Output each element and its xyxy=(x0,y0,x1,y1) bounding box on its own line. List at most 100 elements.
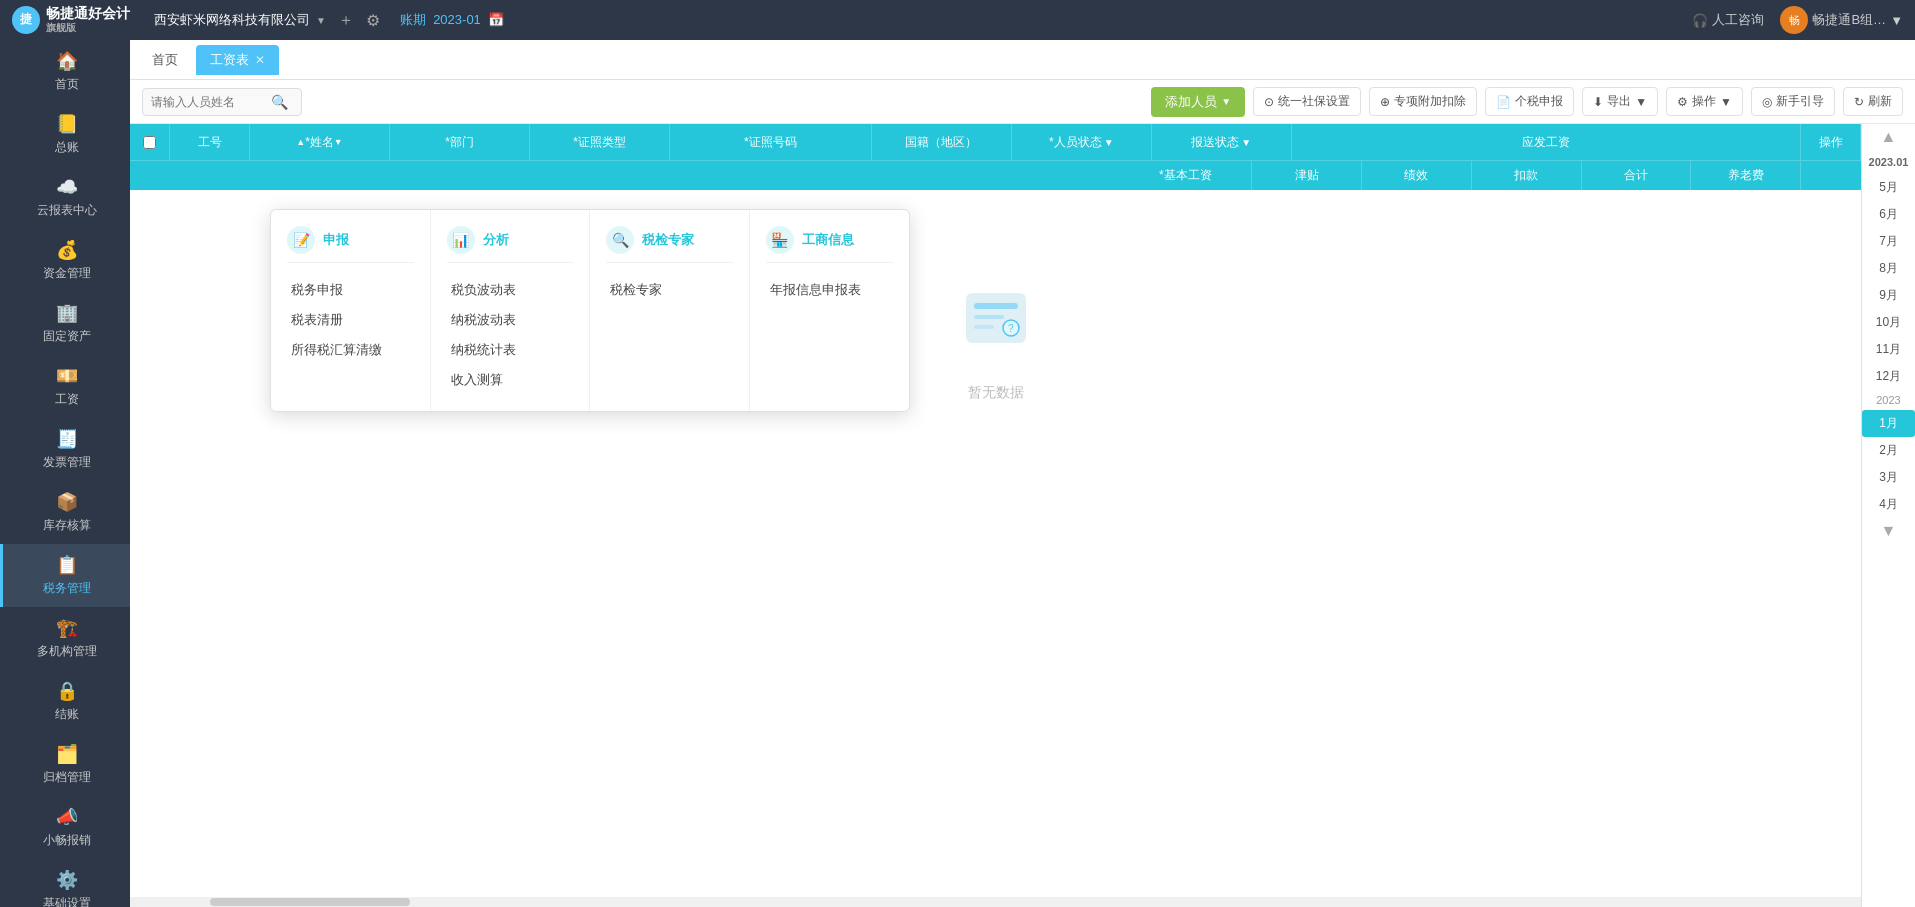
refresh-icon: ↻ xyxy=(1854,95,1864,109)
search-input[interactable] xyxy=(151,95,271,109)
th-report[interactable]: 报送状态 ▼ xyxy=(1152,124,1292,160)
inventory-icon: 📦 xyxy=(56,491,78,513)
sidebar-item-assets[interactable]: 🏢 固定资产 xyxy=(0,292,130,355)
table-header-row2: *基本工资 津贴 绩效 扣款 合计 养老费 xyxy=(130,160,1861,190)
sidebar-item-tax[interactable]: 📋 税务管理 xyxy=(0,544,130,607)
menu-item-tax-check[interactable]: 税检专家 xyxy=(606,275,733,305)
th-status[interactable]: *人员状态 ▼ xyxy=(1012,124,1152,160)
svg-rect-1 xyxy=(974,303,1018,309)
refresh-btn[interactable]: ↻ 刷新 xyxy=(1843,87,1903,116)
analysis-title: 分析 xyxy=(483,231,509,249)
th-checkbox[interactable] xyxy=(130,124,170,160)
dropdown-col-declaration-header: 📝 申报 xyxy=(287,226,414,263)
month-item-8[interactable]: 8月 xyxy=(1862,255,1915,282)
menu-item-tax-table[interactable]: 税表清册 xyxy=(287,305,414,335)
month-item-6[interactable]: 6月 xyxy=(1862,201,1915,228)
refresh-label: 刷新 xyxy=(1868,93,1892,110)
add-company-btn[interactable]: ＋ xyxy=(338,10,354,31)
social-security-btn[interactable]: ⊙ 统一社保设置 xyxy=(1253,87,1361,116)
export-caret-icon: ▼ xyxy=(1635,95,1647,109)
sidebar-item-archive[interactable]: 🗂️ 归档管理 xyxy=(0,733,130,796)
month-item-4[interactable]: 4月 xyxy=(1862,491,1915,518)
tax-declaration-btn[interactable]: 📄 个税申报 xyxy=(1485,87,1574,116)
settings-icon[interactable]: ⚙ xyxy=(366,11,380,30)
sidebar-item-marketing[interactable]: 📣 小畅报销 xyxy=(0,796,130,859)
sidebar-item-closing[interactable]: 🔒 结账 xyxy=(0,670,130,733)
tax-icon: 📋 xyxy=(56,554,78,576)
sidebar-item-fund[interactable]: 💰 资金管理 xyxy=(0,229,130,292)
tab-home-label: 首页 xyxy=(152,51,178,69)
th-allowance: 津贴 xyxy=(1252,161,1362,190)
calendar-icon[interactable]: 📅 xyxy=(488,12,504,27)
sidebar-item-inventory[interactable]: 📦 库存核算 xyxy=(0,481,130,544)
sidebar-item-home[interactable]: 🏠 首页 xyxy=(0,40,130,103)
sidebar-item-invoice[interactable]: 🧾 发票管理 xyxy=(0,418,130,481)
menu-item-tax-stats[interactable]: 纳税统计表 xyxy=(447,335,574,365)
company-selector[interactable]: 西安虾米网络科技有限公司 ▼ xyxy=(154,11,326,29)
search-input-wrap[interactable]: 🔍 xyxy=(142,88,302,116)
headset-icon: 🎧 xyxy=(1692,13,1708,28)
operation-btn[interactable]: ⚙ 操作 ▼ xyxy=(1666,87,1743,116)
sidebar-item-multi[interactable]: 🏗️ 多机构管理 xyxy=(0,607,130,670)
sidebar-label-tax: 税务管理 xyxy=(43,580,91,597)
select-all-checkbox[interactable] xyxy=(143,136,156,149)
scroll-thumb[interactable] xyxy=(210,898,410,906)
guide-circle-icon: ◎ xyxy=(1762,95,1772,109)
month-item-9[interactable]: 9月 xyxy=(1862,282,1915,309)
app-logo-icon: 捷 xyxy=(12,6,40,34)
guide-btn[interactable]: ◎ 新手引导 xyxy=(1751,87,1835,116)
sidebar-item-cloud[interactable]: ☁️ 云报表中心 xyxy=(0,166,130,229)
month-item-5[interactable]: 5月 xyxy=(1862,174,1915,201)
export-btn[interactable]: ⬇ 导出 ▼ xyxy=(1582,87,1658,116)
menu-item-annual-report[interactable]: 年报信息申报表 xyxy=(766,275,894,305)
sidebar-label-marketing: 小畅报销 xyxy=(43,832,91,849)
special-deduction-btn[interactable]: ⊕ 专项附加扣除 xyxy=(1369,87,1477,116)
year-panel-down-btn[interactable]: ▼ xyxy=(1881,518,1897,544)
sidebar-item-salary[interactable]: 💴 工资 xyxy=(0,355,130,418)
th-salary-group: 应发工资 xyxy=(1292,124,1801,160)
month-item-1[interactable]: 1月 xyxy=(1862,410,1915,437)
report-filter-icon: ▼ xyxy=(1241,137,1251,148)
horizontal-scrollbar[interactable] xyxy=(130,897,1861,907)
header-actions: ＋ ⚙ xyxy=(338,10,380,31)
tax-expert-icon: 🔍 xyxy=(606,226,634,254)
menu-item-tax-burden[interactable]: 税负波动表 xyxy=(447,275,574,305)
support-btn[interactable]: 🎧 人工咨询 xyxy=(1692,11,1764,29)
month-item-11[interactable]: 11月 xyxy=(1862,336,1915,363)
dropdown-col-tax-expert: 🔍 税检专家 税检专家 xyxy=(590,210,750,411)
month-item-10[interactable]: 10月 xyxy=(1862,309,1915,336)
year-panel-up-btn[interactable]: ▲ xyxy=(1881,124,1897,150)
search-icon: 🔍 xyxy=(271,94,288,110)
th-performance: 绩效 xyxy=(1362,161,1472,190)
fund-icon: 💰 xyxy=(56,239,78,261)
dropdown-menu: 📝 申报 税务申报 税表清册 所得税汇算清缴 📊 分析 税负波动表 xyxy=(270,209,910,412)
month-item-12[interactable]: 12月 xyxy=(1862,363,1915,390)
month-item-7[interactable]: 7月 xyxy=(1862,228,1915,255)
tab-home[interactable]: 首页 xyxy=(138,45,192,75)
business-info-icon: 🏪 xyxy=(766,226,794,254)
th-operation: 操作 xyxy=(1801,124,1861,160)
add-person-btn[interactable]: 添加人员 ▼ xyxy=(1151,87,1245,117)
operation-caret-icon: ▼ xyxy=(1720,95,1732,109)
month-item-3[interactable]: 3月 xyxy=(1862,464,1915,491)
sidebar-item-basic[interactable]: ⚙️ 基础设置 xyxy=(0,859,130,907)
multi-icon: 🏗️ xyxy=(56,617,78,639)
menu-item-tax-return[interactable]: 纳税波动表 xyxy=(447,305,574,335)
user-area[interactable]: 畅 畅捷通B组… ▼ xyxy=(1780,6,1903,34)
menu-item-income-calc[interactable]: 收入测算 xyxy=(447,365,574,395)
tab-salary-table[interactable]: 工资表 ✕ xyxy=(196,45,279,75)
svg-rect-2 xyxy=(974,315,1004,319)
menu-item-income-tax-clear[interactable]: 所得税汇算清缴 xyxy=(287,335,414,365)
business-info-title: 工商信息 xyxy=(802,231,854,249)
th-name[interactable]: ▲ *姓名 ▼ xyxy=(250,124,390,160)
tab-close-icon[interactable]: ✕ xyxy=(255,53,265,67)
tax-expert-title: 税检专家 xyxy=(642,231,694,249)
dropdown-col-tax-expert-header: 🔍 税检专家 xyxy=(606,226,733,263)
sidebar: 🏠 首页 📒 总账 ☁️ 云报表中心 💰 资金管理 🏢 固定资产 💴 工资 🧾 … xyxy=(0,40,130,907)
sidebar-item-ledger[interactable]: 📒 总账 xyxy=(0,103,130,166)
sort-up-icon: ▲ xyxy=(296,137,305,147)
social-security-label: 统一社保设置 xyxy=(1278,93,1350,110)
menu-item-tax-declaration[interactable]: 税务申报 xyxy=(287,275,414,305)
month-item-2[interactable]: 2月 xyxy=(1862,437,1915,464)
top-header: 捷 畅捷通好会计 旗舰版 西安虾米网络科技有限公司 ▼ ＋ ⚙ 账期 2023-… xyxy=(0,0,1915,40)
